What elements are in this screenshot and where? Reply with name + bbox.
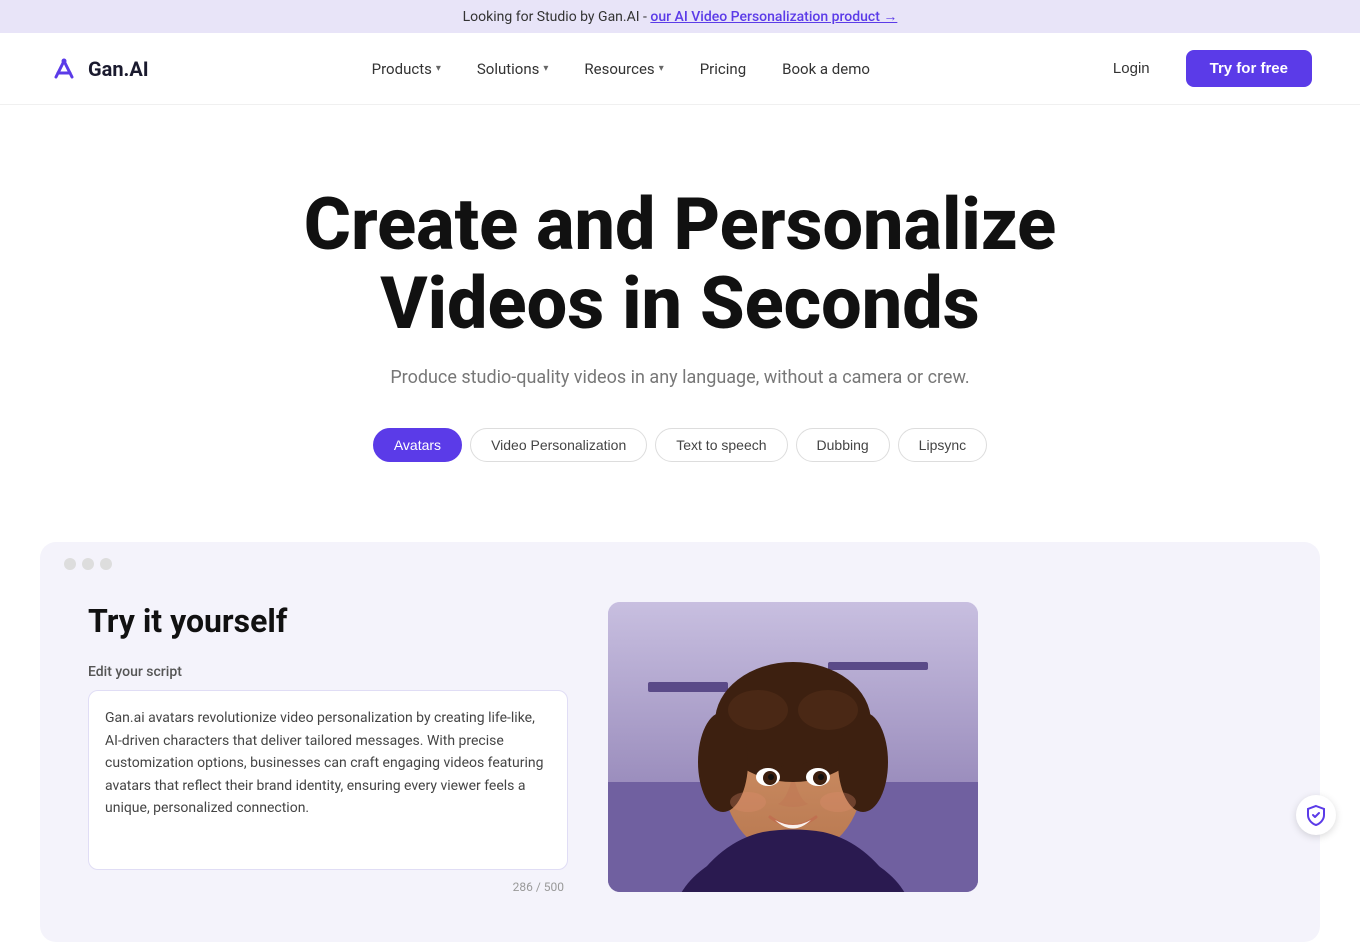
nav-resources[interactable]: Resources ▾ (568, 52, 679, 86)
tab-dubbing[interactable]: Dubbing (796, 428, 890, 462)
nav-book-demo[interactable]: Book a demo (766, 52, 886, 86)
tab-text-to-speech[interactable]: Text to speech (655, 428, 787, 462)
demo-script-text: Gan.ai avatars revolutionize video perso… (105, 707, 551, 819)
logo[interactable]: Gan.AI (48, 53, 149, 85)
nav-pricing[interactable]: Pricing (684, 52, 762, 86)
resources-chevron-icon: ▾ (659, 63, 664, 74)
nav-center: Products ▾ Solutions ▾ Resources ▾ Prici… (356, 52, 886, 86)
feature-tabs: Avatars Video Personalization Text to sp… (250, 428, 1110, 462)
logo-text: Gan.AI (88, 57, 149, 81)
demo-card: Try it yourself Edit your script Gan.ai … (40, 542, 1320, 942)
banner-link[interactable]: our AI Video Personalization product → (650, 9, 897, 25)
demo-script-editor[interactable]: Gan.ai avatars revolutionize video perso… (88, 690, 568, 870)
shield-badge[interactable] (1296, 795, 1336, 835)
window-dot-1 (64, 558, 76, 570)
demo-try-title: Try it yourself (88, 602, 568, 640)
tab-avatars[interactable]: Avatars (373, 428, 462, 462)
nav-solutions[interactable]: Solutions ▾ (461, 52, 565, 86)
logo-icon (48, 53, 80, 85)
tab-video-personalization[interactable]: Video Personalization (470, 428, 647, 462)
window-dot-2 (82, 558, 94, 570)
shield-icon (1305, 804, 1327, 826)
banner-text: Looking for Studio by Gan.AI - (463, 9, 651, 25)
try-for-free-button[interactable]: Try for free (1186, 50, 1312, 87)
tab-lipsync[interactable]: Lipsync (898, 428, 987, 462)
avatar-image (608, 602, 978, 892)
demo-script-label: Edit your script (88, 664, 568, 680)
hero-subtitle: Produce studio-quality videos in any lan… (250, 367, 1110, 388)
navbar: Gan.AI Products ▾ Solutions ▾ Resources … (0, 33, 1360, 105)
demo-right-panel (608, 602, 988, 892)
login-button[interactable]: Login (1093, 52, 1170, 85)
demo-char-count: 286 / 500 (88, 880, 568, 894)
hero-title: Create and Personalize Videos in Seconds (250, 185, 1110, 343)
products-chevron-icon: ▾ (436, 63, 441, 74)
hero-section: Create and Personalize Videos in Seconds… (230, 105, 1130, 542)
nav-products[interactable]: Products ▾ (356, 52, 457, 86)
demo-left-panel: Try it yourself Edit your script Gan.ai … (88, 602, 568, 894)
avatar-frame (608, 602, 978, 892)
demo-card-titlebar (40, 542, 1320, 582)
demo-card-body: Try it yourself Edit your script Gan.ai … (40, 582, 1320, 934)
window-dot-3 (100, 558, 112, 570)
top-banner: Looking for Studio by Gan.AI - our AI Vi… (0, 0, 1360, 33)
nav-right: Login Try for free (1093, 50, 1312, 87)
solutions-chevron-icon: ▾ (543, 63, 548, 74)
